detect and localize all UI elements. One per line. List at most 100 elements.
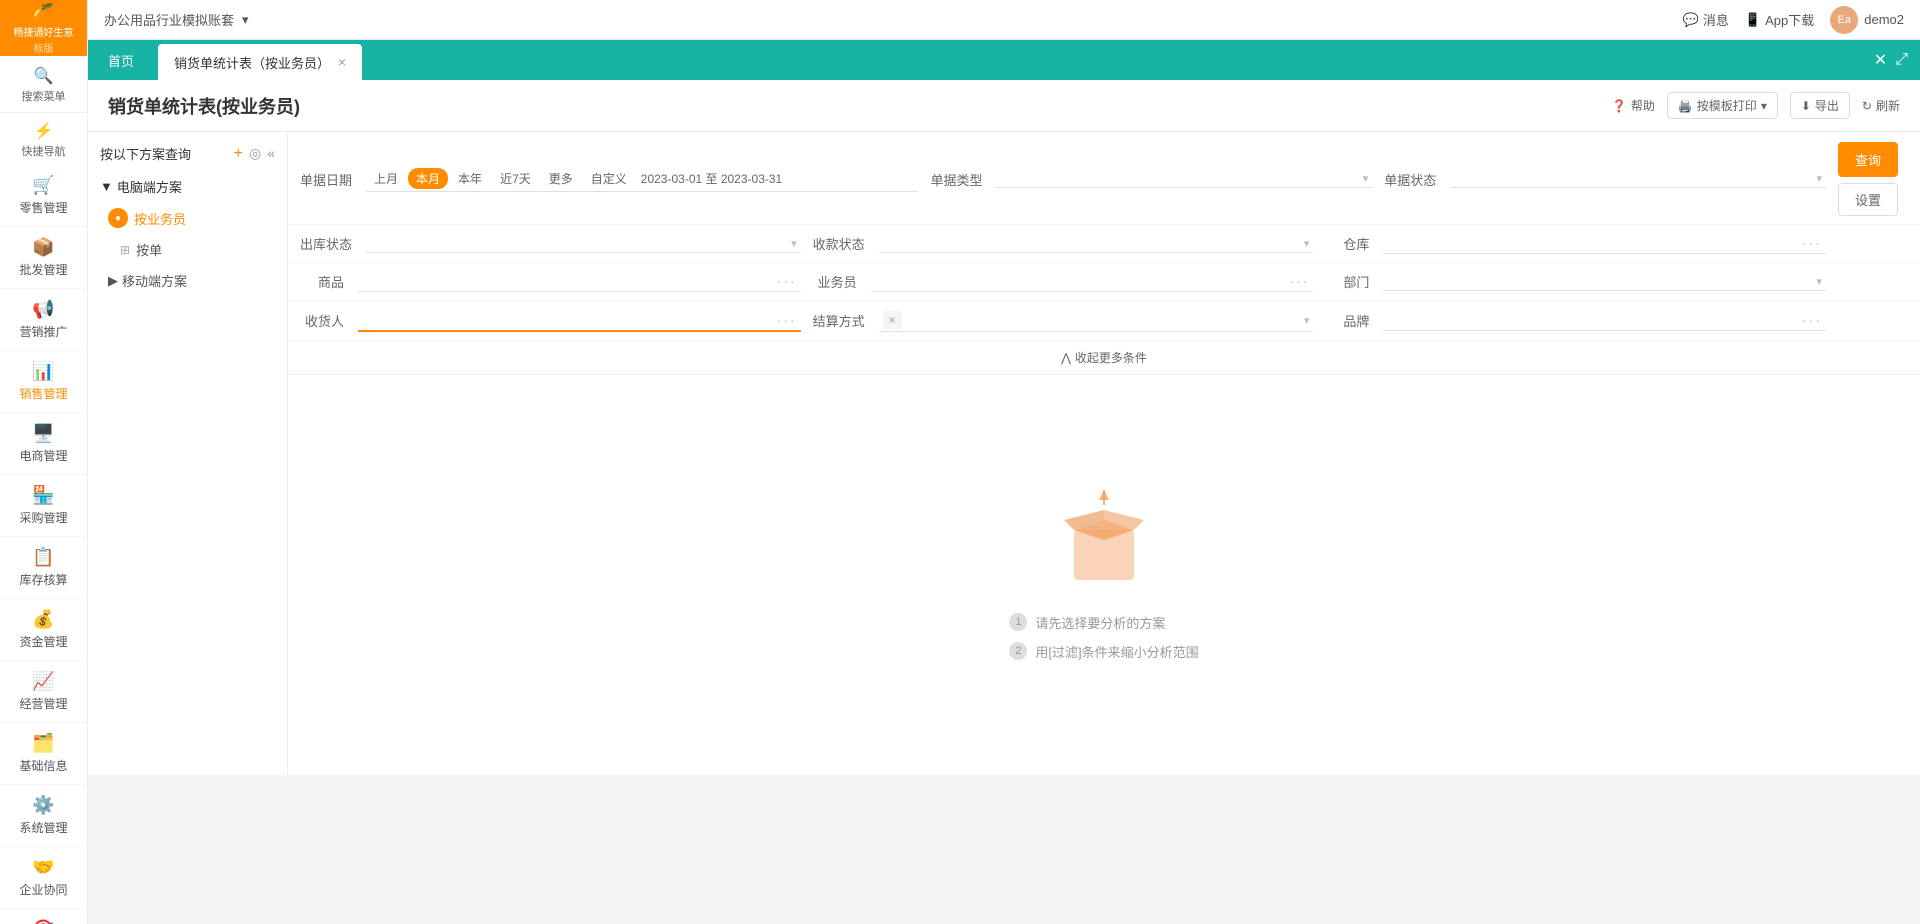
warehouse-dots-icon[interactable]: ··· xyxy=(1802,235,1822,251)
sidebar-item-basic[interactable]: 🗂️ 基础信息 xyxy=(0,723,87,785)
sidebar-item-newbie[interactable]: 🎯 新手引导 xyxy=(0,909,87,924)
sidebar-item-inventory[interactable]: 📋 库存核算 xyxy=(0,537,87,599)
logo-icon: 🍊 xyxy=(31,2,56,27)
date-btn-custom[interactable]: 自定义 xyxy=(583,168,635,189)
empty-tip-1: 1 请先选择要分析的方案 xyxy=(1009,613,1198,632)
sidebar: 🍊 畅捷通好生意 标版 🔍 搜索菜单 ⚡ 快捷导航 🛒 零售管理 📦 批发管理 … xyxy=(0,0,88,924)
sidebar-item-sales[interactable]: 📊 销售管理 xyxy=(0,351,87,413)
refresh-button[interactable]: ↻ 刷新 xyxy=(1862,97,1900,114)
sidebar-item-purchase[interactable]: 🏪 采购管理 xyxy=(0,475,87,537)
warehouse-select[interactable]: ··· xyxy=(1383,233,1826,254)
date-btn-lastmonth[interactable]: 上月 xyxy=(366,168,406,189)
outstatus-label: 出库状态 xyxy=(300,234,360,253)
sidebar-item-marketing[interactable]: 📢 营销推广 xyxy=(0,289,87,351)
left-panel-actions: + ◎ « xyxy=(234,145,275,163)
filter-salesperson-group: 业务员 ··· xyxy=(813,271,1314,292)
help-button[interactable]: ❓ 帮助 xyxy=(1612,97,1655,114)
right-content: 单据日期 上月 本月 本年 近7天 更多 自定义 2023-03-01 至 20… xyxy=(288,132,1920,775)
tab-label: 销货单统计表（按业务员） xyxy=(174,53,330,72)
maximize-icon[interactable]: ⤢ xyxy=(1895,51,1908,69)
setting-button[interactable]: 设置 xyxy=(1838,183,1898,216)
brand-dots-icon[interactable]: ··· xyxy=(1802,312,1822,328)
expand-icon-mobile: ▶ xyxy=(108,273,118,289)
tip-num-2: 2 xyxy=(1009,642,1027,660)
sidebar-item-retail[interactable]: 🛒 零售管理 xyxy=(0,165,87,227)
filter-goods-group: 商品 ··· xyxy=(300,271,801,292)
payment-tag-close[interactable]: × xyxy=(889,313,896,327)
app-download-button[interactable]: 📱 App下载 xyxy=(1745,10,1814,29)
empty-tip-2: 2 用[过滤]条件来缩小分析范围 xyxy=(1009,642,1198,661)
date-btn-more[interactable]: 更多 xyxy=(541,168,581,189)
filter-area: 按以下方案查询 + ◎ « ▼ 电脑端方案 ● 按业务员 xyxy=(88,132,1920,775)
brand-select[interactable]: ··· xyxy=(1383,310,1826,331)
salesperson-dots-icon[interactable]: ··· xyxy=(1289,273,1309,289)
sidebar-item-cooperation[interactable]: 🤝 企业协同 xyxy=(0,847,87,909)
tab-sales-report[interactable]: 销货单统计表（按业务员） × xyxy=(158,44,362,80)
empty-tips: 1 请先选择要分析的方案 2 用[过滤]条件来缩小分析范围 xyxy=(1009,613,1198,661)
plan-group-mobile[interactable]: ▶ 移动端方案 xyxy=(88,265,287,296)
date-label: 单据日期 xyxy=(300,170,360,189)
dept-dropdown-icon: ▾ xyxy=(1816,275,1822,288)
receiver-input[interactable]: ··· xyxy=(358,310,801,332)
filter-row-4: 收货人 ··· 结算方式 × xyxy=(288,301,1920,341)
print-button[interactable]: 🖨️ 按模板打印 ▾ xyxy=(1667,92,1778,119)
plan-group-pc: ▼ 电脑端方案 ● 按业务员 ⊞ 按单 xyxy=(88,171,287,265)
sidebar-quick-nav[interactable]: ⚡ 快捷导航 xyxy=(0,113,87,165)
sidebar-item-ecommerce[interactable]: 🖥️ 电商管理 xyxy=(0,413,87,475)
filter-doctype-group: 单据类型 ▾ xyxy=(930,170,1372,189)
tab-home[interactable]: 首页 xyxy=(88,40,154,80)
export-button[interactable]: ⬇ 导出 xyxy=(1790,92,1850,119)
logo-sub: 标版 xyxy=(34,40,54,55)
sidebar-item-finance[interactable]: 💰 资金管理 xyxy=(0,599,87,661)
plan-item-salesperson[interactable]: ● 按业务员 xyxy=(88,202,287,234)
payment-tag-container: × xyxy=(883,311,902,329)
left-panel-header: 按以下方案查询 + ◎ « xyxy=(88,144,287,171)
filter-docstatus-group: 单据状态 ▾ xyxy=(1384,170,1826,189)
goods-label: 商品 xyxy=(300,272,352,291)
filter-section: 单据日期 上月 本月 本年 近7天 更多 自定义 2023-03-01 至 20… xyxy=(288,132,1920,375)
collapse-panel-icon[interactable]: « xyxy=(267,145,275,163)
plan-item-icon: ● xyxy=(108,208,128,228)
sidebar-item-operations[interactable]: 📈 经营管理 xyxy=(0,661,87,723)
outstatus-select[interactable]: ▾ xyxy=(366,235,801,253)
message-button[interactable]: 💬 消息 xyxy=(1683,10,1729,29)
filter-outstatus-group: 出库状态 ▾ xyxy=(300,234,801,253)
filter-warehouse-group: 仓库 ··· xyxy=(1325,233,1826,254)
sidebar-item-wholesale[interactable]: 📦 批发管理 xyxy=(0,227,87,289)
collectstatus-dropdown-icon: ▾ xyxy=(1304,237,1310,250)
user-menu[interactable]: Ea demo2 xyxy=(1830,6,1904,34)
receiver-dots-icon[interactable]: ··· xyxy=(777,312,797,328)
dept-select[interactable]: ▾ xyxy=(1383,273,1826,291)
tab-close-icon[interactable]: × xyxy=(338,54,346,70)
query-button[interactable]: 查询 xyxy=(1838,142,1898,177)
sidebar-search[interactable]: 🔍 搜索菜单 xyxy=(0,56,87,113)
app-icon: 📱 xyxy=(1745,12,1761,28)
date-btn-7days[interactable]: 近7天 xyxy=(492,168,539,189)
salesperson-select[interactable]: ··· xyxy=(871,271,1314,292)
page-content: 销货单统计表(按业务员) ❓ 帮助 🖨️ 按模板打印 ▾ ⬇ 导出 ↻ 刷新 xyxy=(88,80,1920,924)
doctype-dropdown-icon: ▾ xyxy=(1363,172,1369,185)
tip-text-2: 用[过滤]条件来缩小分析范围 xyxy=(1035,642,1198,661)
close-window-icon[interactable]: ✕ xyxy=(1874,50,1887,70)
add-plan-icon[interactable]: + xyxy=(234,145,243,163)
docstatus-select[interactable]: ▾ xyxy=(1450,170,1826,188)
payment-label: 结算方式 xyxy=(813,311,873,330)
sidebar-item-system[interactable]: ⚙️ 系统管理 xyxy=(0,785,87,847)
date-btn-thisyear[interactable]: 本年 xyxy=(450,168,490,189)
brand-label: 品牌 xyxy=(1325,311,1377,330)
doctype-select[interactable]: ▾ xyxy=(996,170,1372,188)
receiver-text-input[interactable] xyxy=(362,312,777,327)
edit-plan-icon[interactable]: ◎ xyxy=(249,145,261,163)
goods-select[interactable]: ··· xyxy=(358,271,801,292)
plan-group-pc-title[interactable]: ▼ 电脑端方案 xyxy=(88,171,287,202)
collapse-bar[interactable]: ⋀ 收起更多条件 xyxy=(288,341,1920,375)
payment-select[interactable]: × ▾ xyxy=(879,309,1314,332)
collectstatus-label: 收款状态 xyxy=(813,234,873,253)
left-panel: 按以下方案查询 + ◎ « ▼ 电脑端方案 ● 按业务员 xyxy=(88,132,288,775)
doctype-label: 单据类型 xyxy=(930,170,990,189)
goods-dots-icon[interactable]: ··· xyxy=(777,273,797,289)
date-btn-thismonth[interactable]: 本月 xyxy=(408,168,448,189)
sub-item-icon: ⊞ xyxy=(120,243,130,257)
collectstatus-select[interactable]: ▾ xyxy=(879,235,1314,253)
plan-sub-item-by-order[interactable]: ⊞ 按单 xyxy=(88,234,287,265)
